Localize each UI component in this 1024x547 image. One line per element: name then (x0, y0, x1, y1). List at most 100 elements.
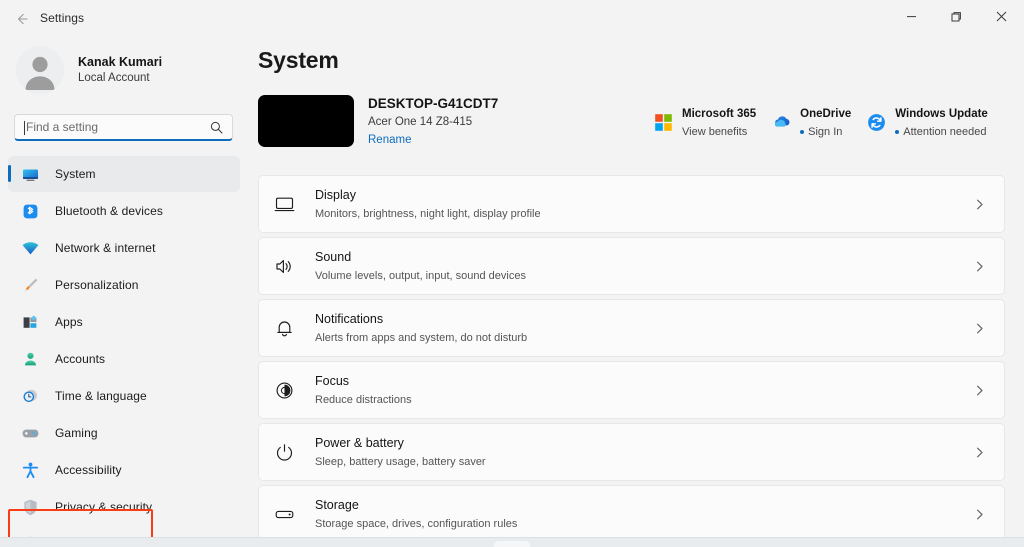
settings-row-notifications[interactable]: Notifications Alerts from apps and syste… (258, 299, 1005, 357)
chevron-right-icon[interactable] (973, 198, 986, 211)
sidebar-nav: System Bluetooth & devices (8, 156, 240, 547)
avatar (16, 46, 64, 94)
search-caret (24, 121, 25, 135)
microsoft-logo-icon (652, 111, 674, 133)
status-card-onedrive[interactable]: OneDrive Sign In (764, 100, 859, 144)
back-arrow-icon (14, 11, 30, 27)
chevron-right-icon[interactable] (973, 384, 986, 397)
sidebar-item-accessibility[interactable]: Accessibility (8, 452, 240, 488)
system-monitor-icon (20, 164, 40, 184)
sidebar-item-network-internet[interactable]: Network & internet (8, 230, 240, 266)
profile-card[interactable]: Kanak Kumari Local Account (16, 46, 162, 94)
status-card-windows-update[interactable]: Windows Update Attention needed (859, 100, 996, 144)
search-box[interactable] (14, 114, 233, 141)
sidebar-item-label: Privacy & security (55, 500, 152, 514)
sidebar-item-label: Network & internet (55, 241, 156, 255)
paintbrush-icon (20, 275, 40, 295)
onedrive-cloud-icon (770, 111, 792, 133)
wifi-icon (20, 238, 40, 258)
status-card-subtitle: Sign In (808, 126, 842, 138)
status-dot-icon (895, 130, 899, 134)
minimize-button[interactable] (889, 0, 934, 32)
clock-globe-icon (20, 386, 40, 406)
row-subtitle: Alerts from apps and system, do not dist… (315, 332, 527, 344)
chevron-right-icon[interactable] (973, 260, 986, 273)
status-card-subtitle: View benefits (682, 126, 747, 138)
device-hero: DESKTOP-G41CDT7 Acer One 14 Z8-415 Renam… (258, 95, 1008, 155)
status-card-subtitle: Attention needed (903, 126, 986, 138)
settings-row-storage[interactable]: Storage Storage space, drives, configura… (258, 485, 1005, 537)
rename-link[interactable]: Rename (368, 132, 411, 148)
sidebar-item-apps[interactable]: Apps (8, 304, 240, 340)
taskbar-center-item[interactable] (494, 541, 530, 547)
back-button[interactable] (8, 6, 36, 32)
sidebar-item-label: Apps (55, 315, 83, 329)
sidebar-item-label: Time & language (55, 389, 147, 403)
settings-row-sound[interactable]: Sound Volume levels, output, input, soun… (258, 237, 1005, 295)
row-subtitle: Volume levels, output, input, sound devi… (315, 270, 526, 282)
row-subtitle: Storage space, drives, configuration rul… (315, 518, 517, 530)
row-title: Display (315, 188, 356, 202)
row-title: Notifications (315, 312, 383, 326)
minimize-icon (906, 11, 917, 22)
settings-row-display[interactable]: Display Monitors, brightness, night ligh… (258, 175, 1005, 233)
shield-icon (20, 497, 40, 517)
sidebar-item-accounts[interactable]: Accounts (8, 341, 240, 377)
chevron-right-icon[interactable] (973, 446, 986, 459)
sidebar-item-bluetooth-devices[interactable]: Bluetooth & devices (8, 193, 240, 229)
status-dot-icon (800, 130, 804, 134)
user-avatar-icon (16, 46, 64, 94)
sidebar-item-time-language[interactable]: Time & language (8, 378, 240, 414)
sidebar-item-label: Bluetooth & devices (55, 204, 163, 218)
status-card-title: OneDrive (800, 108, 851, 120)
row-title: Focus (315, 374, 349, 388)
accessibility-person-icon (20, 460, 40, 480)
sidebar-item-personalization[interactable]: Personalization (8, 267, 240, 303)
restore-icon (951, 11, 962, 22)
speaker-icon (273, 255, 295, 277)
device-name: DESKTOP-G41CDT7 (368, 95, 498, 113)
status-card-microsoft-365[interactable]: Microsoft 365 View benefits (646, 100, 764, 144)
account-person-icon (20, 349, 40, 369)
sidebar-item-system[interactable]: System (8, 156, 240, 192)
chevron-right-icon[interactable] (973, 322, 986, 335)
sidebar-item-label: Accounts (55, 352, 105, 366)
title-bar: Settings (0, 0, 1024, 38)
close-icon (996, 11, 1007, 22)
row-title: Sound (315, 250, 351, 264)
bluetooth-icon (20, 201, 40, 221)
search-input[interactable] (15, 116, 206, 138)
sidebar: Kanak Kumari Local Account (0, 38, 248, 537)
status-card-subtitle-wrap: Sign In (800, 126, 842, 138)
sidebar-item-label: System (55, 167, 96, 181)
maximize-button[interactable] (934, 0, 979, 32)
settings-row-focus[interactable]: Focus Reduce distractions (258, 361, 1005, 419)
power-icon (273, 441, 295, 463)
page-title: System (258, 47, 339, 74)
row-subtitle: Monitors, brightness, night light, displ… (315, 208, 541, 220)
apps-grid-icon (20, 312, 40, 332)
taskbar-strip (0, 537, 1024, 547)
sidebar-item-label: Gaming (55, 426, 98, 440)
status-card-subtitle-wrap: Attention needed (895, 126, 986, 138)
gamepad-icon (20, 423, 40, 443)
sidebar-item-gaming[interactable]: Gaming (8, 415, 240, 451)
storage-drive-icon (273, 503, 295, 525)
status-card-title: Windows Update (895, 108, 988, 120)
sidebar-item-privacy-security[interactable]: Privacy & security (8, 489, 240, 525)
settings-window: Settings (0, 0, 1024, 547)
row-title: Storage (315, 498, 359, 512)
windows-update-sync-icon (865, 111, 887, 133)
settings-row-power-battery[interactable]: Power & battery Sleep, battery usage, ba… (258, 423, 1005, 481)
row-subtitle: Sleep, battery usage, battery saver (315, 456, 486, 468)
window-controls (889, 0, 1024, 32)
chevron-right-icon[interactable] (973, 508, 986, 521)
main-content: System DESKTOP-G41CDT7 Acer One 14 Z8-41… (248, 38, 1024, 537)
close-button[interactable] (979, 0, 1024, 32)
display-monitor-icon (273, 193, 295, 215)
row-subtitle: Reduce distractions (315, 394, 412, 406)
profile-name: Kanak Kumari (78, 55, 162, 70)
search-icon (210, 121, 223, 139)
row-title: Power & battery (315, 436, 404, 450)
device-thumbnail (258, 95, 354, 147)
